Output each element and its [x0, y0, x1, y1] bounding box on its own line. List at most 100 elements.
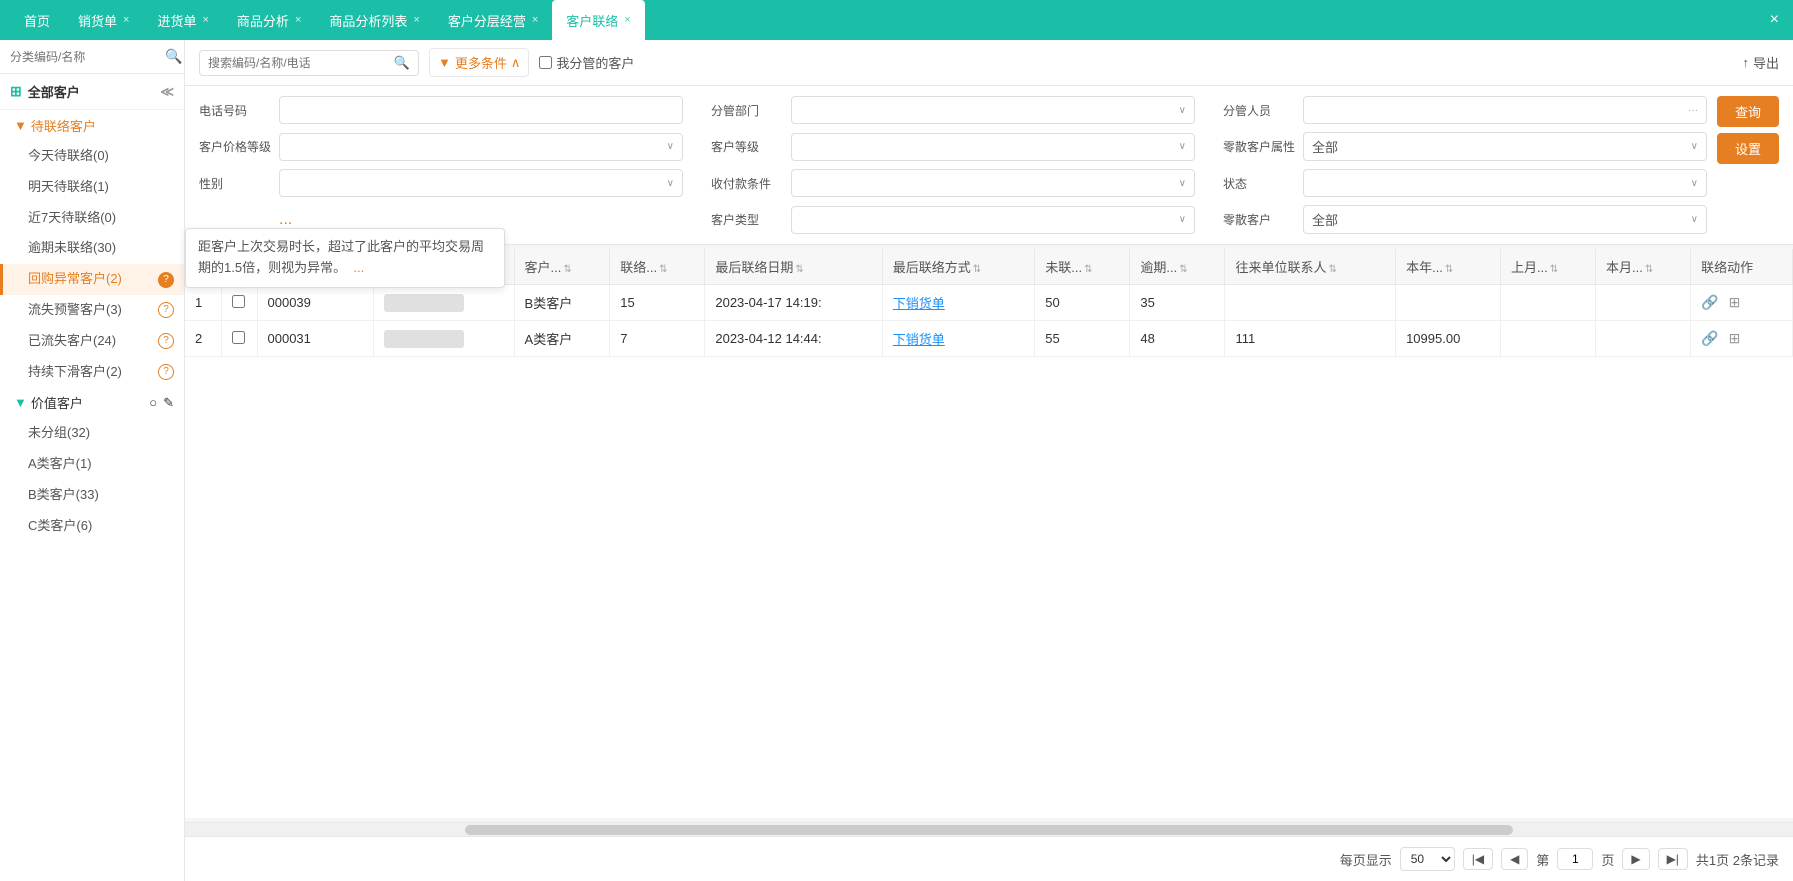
- col-uncontacted[interactable]: 未联...⇅: [1035, 249, 1130, 285]
- cell-this-month-1: [1596, 285, 1691, 321]
- search-icon[interactable]: 🔍: [394, 55, 410, 71]
- caret-icon-2: ···: [1688, 105, 1698, 116]
- sidebar-item-unclassified[interactable]: 未分组(32): [0, 418, 184, 449]
- cell-method-1[interactable]: 下销货单: [882, 285, 1035, 321]
- close-purchase-icon[interactable]: ×: [202, 14, 208, 26]
- grid-icon-2[interactable]: ⊞: [1729, 330, 1741, 347]
- sidebar-item-declining[interactable]: 持续下滑客户(2) ?: [0, 357, 184, 388]
- tooltip-dots: ...: [353, 260, 364, 275]
- link-icon-1[interactable]: 🔗: [1701, 294, 1718, 311]
- close-contact-icon[interactable]: ×: [624, 14, 630, 26]
- col-contact-person[interactable]: 往来单位联系人⇅: [1225, 249, 1396, 285]
- sidebar-item-tomorrow[interactable]: 明天待联络(1): [0, 172, 184, 203]
- cell-overdue-1: 35: [1130, 285, 1225, 321]
- per-page-select[interactable]: 50 20 100: [1400, 847, 1455, 871]
- col-this-month[interactable]: 本月...⇅: [1596, 249, 1691, 285]
- prev-page-btn[interactable]: ◀: [1501, 848, 1528, 870]
- sidebar-item-c-class[interactable]: C类客户(6): [0, 511, 184, 542]
- filter-gender-select[interactable]: ∨: [279, 169, 683, 197]
- close-segments-icon[interactable]: ×: [532, 14, 538, 26]
- col-contact-count[interactable]: 联络...⇅: [610, 249, 705, 285]
- filter-retail-attr-select[interactable]: 全部 ∨: [1303, 132, 1707, 161]
- filter-customer-grade: 客户等级 ∨: [711, 133, 1195, 161]
- sidebar-search-icon[interactable]: 🔍: [165, 48, 182, 65]
- cell-check-2: [221, 321, 257, 357]
- sidebar-item-today[interactable]: 今天待联络(0): [0, 141, 184, 172]
- nav-analysis[interactable]: 商品分析 ×: [223, 0, 315, 40]
- next-page-btn[interactable]: ▶: [1622, 848, 1649, 870]
- filter-customer-grade-select[interactable]: ∨: [791, 133, 1195, 161]
- col-last-month[interactable]: 上月...⇅: [1500, 249, 1595, 285]
- filter-branch-dept-select[interactable]: ∨: [791, 96, 1195, 124]
- sidebar-item-a-class[interactable]: A类客户(1): [0, 449, 184, 480]
- sort-icon-3: ⇅: [563, 264, 571, 275]
- caret-icon-6: ∨: [667, 178, 674, 189]
- filter-customer-type-select[interactable]: ∨: [791, 206, 1195, 234]
- filter-phone-select[interactable]: [279, 96, 683, 124]
- link-icon-2[interactable]: 🔗: [1701, 330, 1718, 347]
- my-customers-checkbox[interactable]: [539, 56, 552, 69]
- sidebar-collapse-icon[interactable]: ≪: [160, 84, 174, 100]
- row-checkbox-1[interactable]: [232, 295, 245, 308]
- filter-phone: 电话号码: [199, 96, 683, 124]
- nav-purchase[interactable]: 进货单 ×: [143, 0, 222, 40]
- col-last-date[interactable]: 最后联络日期⇅: [705, 249, 882, 285]
- cell-method-2[interactable]: 下销货单: [882, 321, 1035, 357]
- page-suffix: 页: [1601, 850, 1614, 869]
- more-dots-icon[interactable]: ...: [279, 211, 292, 229]
- filter-branch-person-select[interactable]: ···: [1303, 96, 1707, 124]
- last-page-btn[interactable]: ▶|: [1658, 848, 1688, 870]
- scrollbar-thumb[interactable]: [465, 825, 1513, 835]
- sidebar: 🔍 ⊞ 全部客户 ≪ ▼ 待联络客户 今天待联络(0) 明天待联络(1) 近7天…: [0, 40, 185, 881]
- main-search-input[interactable]: [208, 56, 394, 70]
- row-checkbox-2[interactable]: [232, 331, 245, 344]
- sidebar-search-input[interactable]: [10, 50, 165, 64]
- more-conditions-btn[interactable]: ▼ 更多条件 ∧: [429, 48, 529, 77]
- nav-sales[interactable]: 销货单 ×: [64, 0, 143, 40]
- sort-icon-5: ⇅: [795, 264, 803, 275]
- nav-customer-segments[interactable]: 客户分层经营 ×: [434, 0, 552, 40]
- col-overdue[interactable]: 逾期...⇅: [1130, 249, 1225, 285]
- cell-code-2: 000031: [257, 321, 373, 357]
- filter-retail-customer-select[interactable]: 全部 ∨: [1303, 205, 1707, 234]
- sidebar-all-customers[interactable]: ⊞ 全部客户 ≪: [0, 74, 184, 110]
- close-analysis-list-icon[interactable]: ×: [413, 14, 419, 26]
- filter-payment-select[interactable]: ∨: [791, 169, 1195, 197]
- sidebar-item-overdue[interactable]: 逾期未联络(30): [0, 233, 184, 264]
- sort-icon-10: ⇅: [1445, 264, 1453, 275]
- sidebar-item-b-class[interactable]: B类客户(33): [0, 480, 184, 511]
- close-sales-icon[interactable]: ×: [123, 14, 129, 26]
- edit-icon[interactable]: ✎: [163, 395, 174, 411]
- sidebar-item-repurchase-anomaly[interactable]: 回购异常客户(2) ?: [0, 264, 184, 295]
- nav-customer-contact[interactable]: 客户联络 ×: [552, 0, 644, 40]
- sidebar-group-value[interactable]: ▼ 价值客户 ○ ✎: [0, 387, 184, 418]
- nav-analysis-list[interactable]: 商品分析列表 ×: [315, 0, 433, 40]
- col-this-year[interactable]: 本年...⇅: [1396, 249, 1501, 285]
- col-grade[interactable]: 客户...⇅: [514, 249, 610, 285]
- query-button[interactable]: 查询: [1717, 96, 1779, 127]
- my-customers-checkbox-wrap: 我分管的客户: [539, 53, 634, 72]
- sidebar-item-churned[interactable]: 已流失客户(24) ?: [0, 326, 184, 357]
- col-last-method[interactable]: 最后联络方式⇅: [882, 249, 1035, 285]
- circle-icon[interactable]: ○: [149, 395, 157, 411]
- filter-status-select[interactable]: ∨: [1303, 169, 1707, 197]
- set-button[interactable]: 设置: [1717, 133, 1779, 164]
- filter-status: 状态 ∨: [1223, 169, 1707, 197]
- first-page-btn[interactable]: |◀: [1463, 848, 1493, 870]
- action-icons-2: 🔗 ⊞: [1701, 330, 1782, 347]
- filter-customer-type: 客户类型 ∨: [711, 206, 1195, 234]
- page-input[interactable]: [1557, 848, 1593, 870]
- window-close-icon[interactable]: ×: [1770, 11, 1779, 29]
- sidebar-item-7days[interactable]: 近7天待联络(0): [0, 203, 184, 234]
- grid-icon-1[interactable]: ⊞: [1729, 294, 1741, 311]
- close-analysis-icon[interactable]: ×: [295, 14, 301, 26]
- export-btn[interactable]: ↑ 导出: [1742, 53, 1779, 72]
- sidebar-item-churn-warning[interactable]: 流失预警客户(3) ?: [0, 295, 184, 326]
- nav-home[interactable]: 首页: [10, 0, 64, 40]
- caret-icon-4: ∨: [1179, 141, 1186, 152]
- sidebar-group-pending[interactable]: ▼ 待联络客户: [0, 110, 184, 141]
- caret-icon-10: ∨: [1691, 214, 1698, 225]
- filter-price-grade-select[interactable]: ∨: [279, 133, 683, 161]
- cell-contact-person-1: [1225, 285, 1396, 321]
- horizontal-scrollbar[interactable]: [185, 822, 1793, 836]
